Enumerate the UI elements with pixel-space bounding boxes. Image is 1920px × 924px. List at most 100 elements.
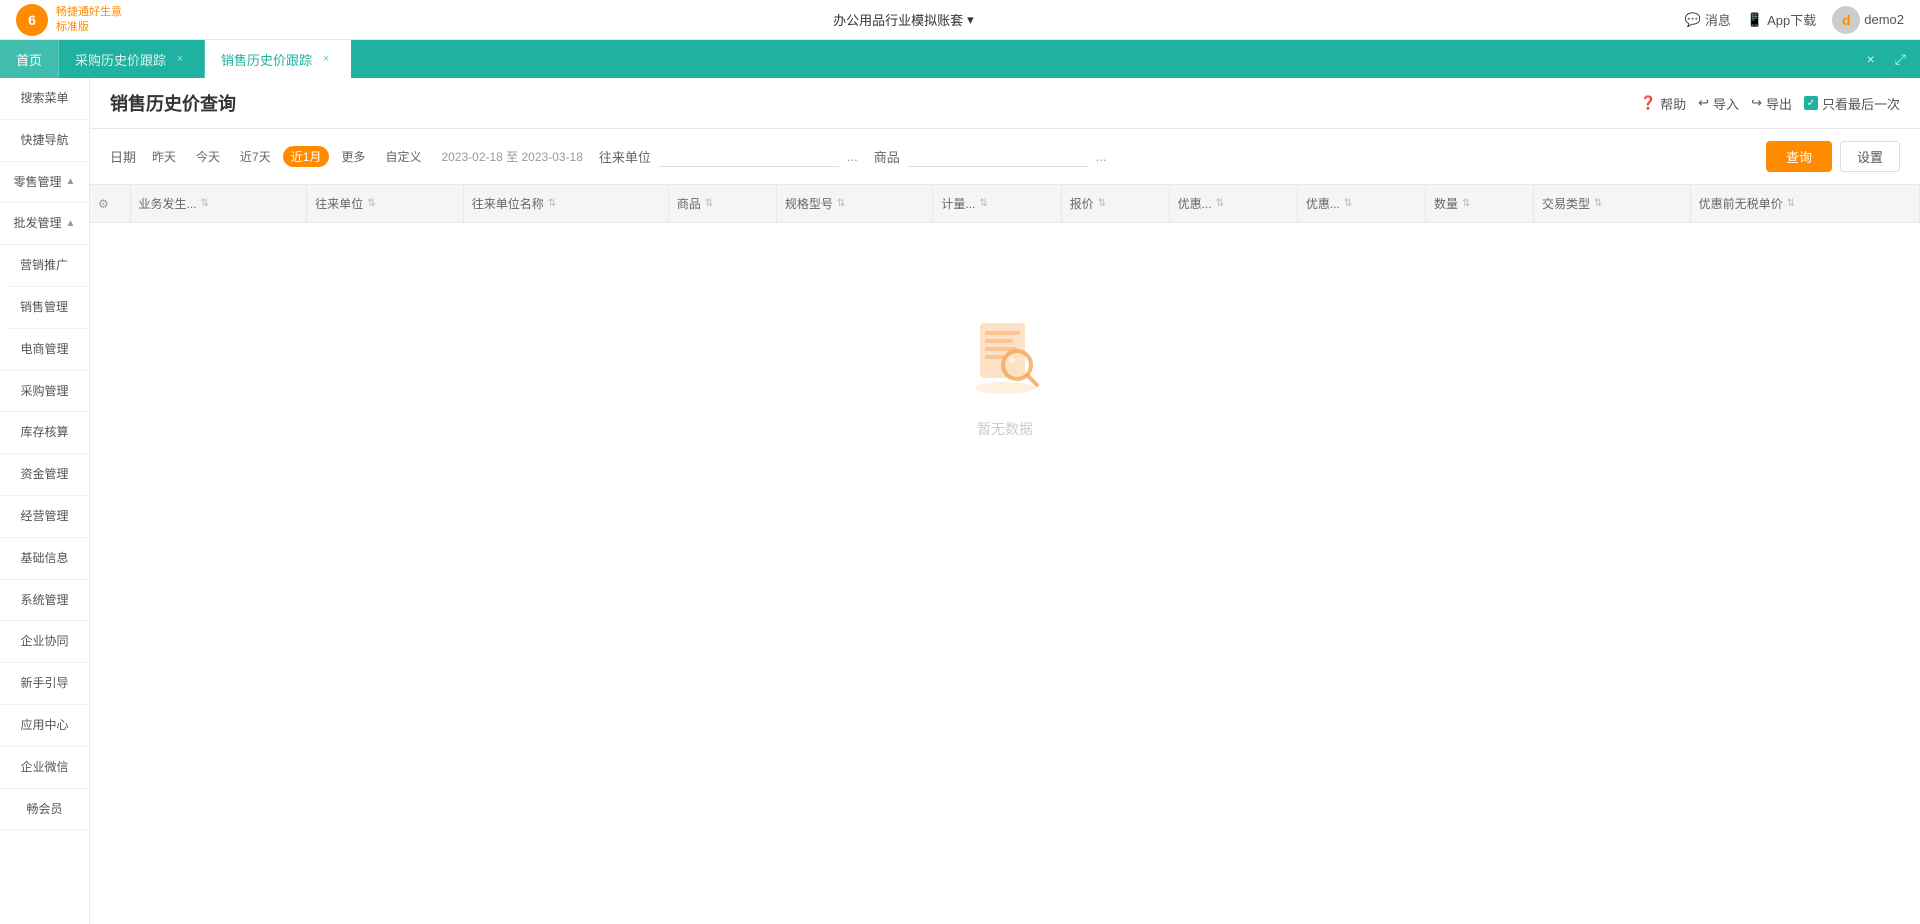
- product-filter-group: 商品 ...: [874, 147, 1107, 167]
- sidebar-item-quick-nav-label: 快捷导航: [20, 132, 68, 149]
- header-right: 💬 消息 📱 App下载 d demo2: [1685, 6, 1904, 34]
- col-gear[interactable]: ⚙: [90, 185, 130, 223]
- message-button[interactable]: 💬 消息: [1685, 10, 1731, 29]
- workspace-selector[interactable]: 办公用品行业模拟账套 ▾: [825, 6, 982, 33]
- sidebar-item-enterprise-cooperation[interactable]: 企业协同: [0, 621, 89, 663]
- sidebar-item-inventory[interactable]: 库存核算: [0, 412, 89, 454]
- table-header: ⚙ 业务发生... ⇅ 往来单位 ⇅: [90, 185, 1920, 223]
- sidebar-item-member[interactable]: 畅会员: [0, 789, 89, 831]
- query-button[interactable]: 查询: [1766, 141, 1832, 172]
- page-title: 销售历史价查询: [110, 90, 236, 116]
- sidebar-item-wholesale-mgmt[interactable]: 批发管理 ▲: [0, 203, 89, 245]
- col-trade-type-label: 交易类型 ⇅: [1542, 195, 1602, 212]
- col-trade-type-sort-icon: ⇅: [1594, 198, 1602, 209]
- tab-bar-right: × ⤢: [1861, 40, 1920, 78]
- tab-bar: 首页 采购历史价跟踪 × 销售历史价跟踪 × × ⤢: [0, 40, 1920, 78]
- workspace-dropdown-icon: ▾: [967, 12, 974, 28]
- date-opt-last7[interactable]: 近7天: [232, 146, 279, 167]
- col-trade-type[interactable]: 交易类型 ⇅: [1534, 185, 1691, 223]
- col-product[interactable]: 商品 ⇅: [668, 185, 776, 223]
- filter-actions: 查询 设置: [1766, 141, 1900, 172]
- date-opt-custom[interactable]: 自定义: [377, 146, 429, 167]
- col-quoted-price[interactable]: 报价 ⇅: [1061, 185, 1169, 223]
- sidebar-item-purchase-mgmt[interactable]: 采购管理: [0, 371, 89, 413]
- tab-purchase-history-close[interactable]: ×: [172, 51, 188, 67]
- sidebar-item-ecommerce-mgmt[interactable]: 电商管理: [0, 329, 89, 371]
- col-pre-discount-price[interactable]: 优惠前无税单价 ⇅: [1690, 185, 1919, 223]
- sidebar-item-marketing-label: 营销推广: [20, 257, 68, 274]
- close-all-tabs-button[interactable]: ×: [1861, 49, 1881, 69]
- sidebar-item-new-user-guide[interactable]: 新手引导: [0, 663, 89, 705]
- col-pre-discount-price-label: 优惠前无税单价 ⇅: [1699, 195, 1795, 212]
- page-header-actions: ❓ 帮助 ↩ 导入 ↪ 导出 ✓ 只看最后一次: [1640, 94, 1900, 113]
- tab-purchase-history[interactable]: 采购历史价跟踪 ×: [59, 40, 205, 78]
- workspace-label: 办公用品行业模拟账套: [833, 10, 963, 29]
- export-label: 导出: [1766, 94, 1792, 113]
- message-icon: 💬: [1685, 12, 1701, 28]
- message-label: 消息: [1705, 10, 1731, 29]
- col-unit[interactable]: 计量... ⇅: [933, 185, 1061, 223]
- tab-sales-history-close[interactable]: ×: [318, 51, 334, 67]
- counterparty-ellipsis[interactable]: ...: [847, 149, 858, 164]
- sidebar-item-system-mgmt-label: 系统管理: [20, 592, 68, 609]
- col-biz-date-sort-icon: ⇅: [201, 198, 209, 209]
- col-discount1-label: 优惠... ⇅: [1178, 195, 1224, 212]
- product-input[interactable]: [908, 147, 1088, 167]
- help-button[interactable]: ❓ 帮助: [1640, 94, 1686, 113]
- only-last-checkbox[interactable]: ✓: [1804, 96, 1818, 110]
- logo-area: 6 畅捷通好生意 标准版: [16, 4, 122, 36]
- col-counterparty-name[interactable]: 往来单位名称 ⇅: [463, 185, 668, 223]
- app-download-button[interactable]: 📱 App下载: [1747, 10, 1816, 29]
- sidebar-item-marketing[interactable]: 营销推广: [8, 245, 89, 287]
- import-button[interactable]: ↩ 导入: [1698, 94, 1739, 113]
- sidebar-item-finance-mgmt[interactable]: 资金管理: [0, 454, 89, 496]
- sidebar-item-system-mgmt[interactable]: 系统管理: [0, 580, 89, 622]
- col-counterparty-code[interactable]: 往来单位 ⇅: [307, 185, 464, 223]
- only-last-checkbox-label[interactable]: ✓ 只看最后一次: [1804, 94, 1900, 113]
- col-discount1[interactable]: 优惠... ⇅: [1169, 185, 1297, 223]
- col-counterparty-name-sort-icon: ⇅: [548, 198, 556, 209]
- sidebar-item-operations-mgmt-label: 经营管理: [20, 508, 68, 525]
- col-biz-date-label: 业务发生... ⇅: [139, 195, 209, 212]
- sidebar-item-retail-mgmt[interactable]: 零售管理 ▲: [0, 162, 89, 204]
- product-ellipsis[interactable]: ...: [1096, 149, 1107, 164]
- sidebar-item-quick-nav[interactable]: 快捷导航: [0, 120, 89, 162]
- only-last-label: 只看最后一次: [1822, 94, 1900, 113]
- col-spec[interactable]: 规格型号 ⇅: [776, 185, 933, 223]
- sidebar-item-basic-info[interactable]: 基础信息: [0, 538, 89, 580]
- retail-mgmt-arrow: ▲: [66, 175, 76, 189]
- sidebar-item-sales-mgmt[interactable]: 销售管理: [8, 287, 89, 329]
- tab-sales-history[interactable]: 销售历史价跟踪 ×: [205, 40, 351, 78]
- help-icon: ❓: [1640, 95, 1656, 111]
- sidebar-item-sales-mgmt-label: 销售管理: [20, 299, 68, 316]
- user-menu[interactable]: d demo2: [1832, 6, 1904, 34]
- col-pre-discount-price-sort-icon: ⇅: [1787, 198, 1795, 209]
- gear-icon[interactable]: ⚙: [98, 197, 109, 211]
- sidebar-item-basic-info-label: 基础信息: [20, 550, 68, 567]
- col-discount2[interactable]: 优惠... ⇅: [1297, 185, 1425, 223]
- export-button[interactable]: ↪ 导出: [1751, 94, 1792, 113]
- col-quantity-label: 数量 ⇅: [1434, 195, 1470, 212]
- sidebar-item-search-menu[interactable]: 搜索菜单: [0, 78, 89, 120]
- date-opt-last1m[interactable]: 近1月: [283, 146, 330, 167]
- settings-button[interactable]: 设置: [1840, 141, 1900, 172]
- sidebar-item-new-user-guide-label: 新手引导: [20, 675, 68, 692]
- sidebar-item-operations-mgmt[interactable]: 经营管理: [0, 496, 89, 538]
- fullscreen-button[interactable]: ⤢: [1889, 49, 1912, 70]
- empty-state: 暂无数据: [90, 223, 1920, 519]
- col-unit-sort-icon: ⇅: [979, 198, 987, 209]
- user-name: demo2: [1864, 12, 1904, 27]
- counterparty-input[interactable]: [659, 147, 839, 167]
- tab-home[interactable]: 首页: [0, 40, 59, 78]
- date-opt-yesterday[interactable]: 昨天: [144, 146, 184, 167]
- main-layout: 搜索菜单 快捷导航 零售管理 ▲ 批发管理 ▲ 营销推广 销售管理 电商管理 采…: [0, 78, 1920, 924]
- date-opt-more[interactable]: 更多: [333, 146, 373, 167]
- col-discount2-sort-icon: ⇅: [1344, 198, 1352, 209]
- col-biz-date[interactable]: 业务发生... ⇅: [130, 185, 307, 223]
- tab-purchase-history-label: 采购历史价跟踪: [75, 50, 166, 69]
- col-product-label: 商品 ⇅: [677, 195, 713, 212]
- sidebar-item-app-center[interactable]: 应用中心: [0, 705, 89, 747]
- sidebar-item-enterprise-wechat[interactable]: 企业微信: [0, 747, 89, 789]
- date-opt-today[interactable]: 今天: [188, 146, 228, 167]
- col-quantity[interactable]: 数量 ⇅: [1426, 185, 1534, 223]
